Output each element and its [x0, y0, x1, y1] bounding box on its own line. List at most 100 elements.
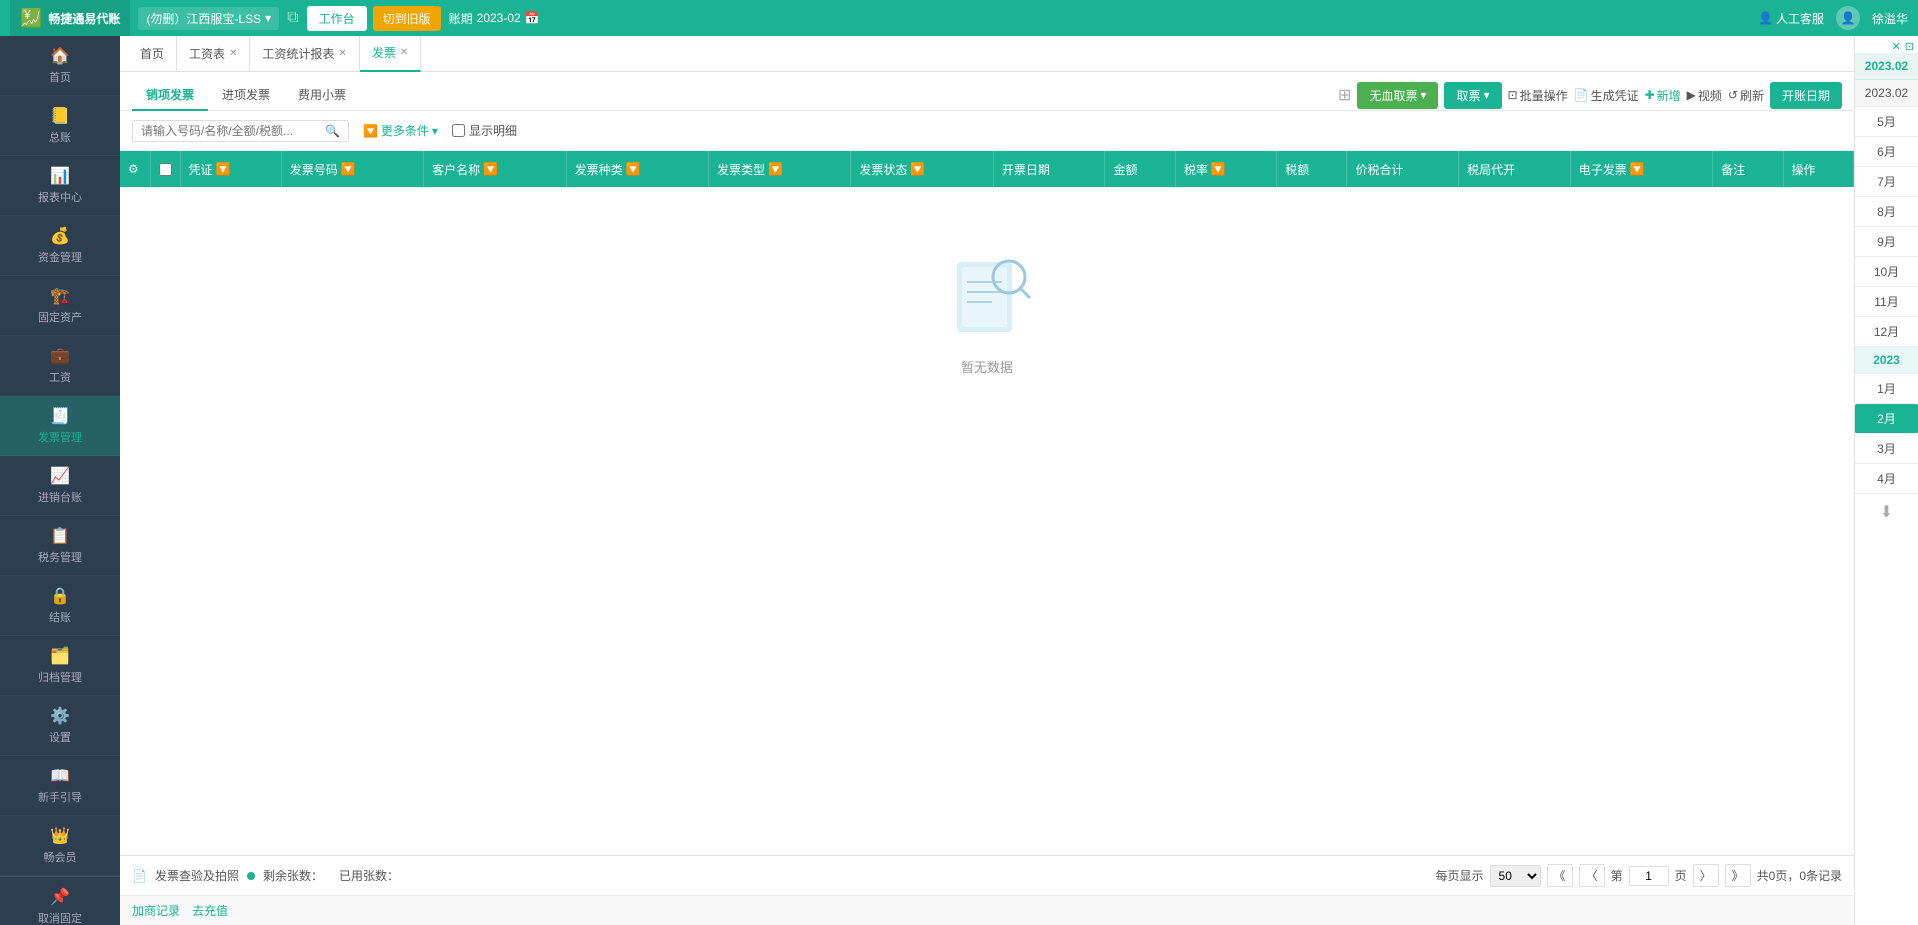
sidebar-item-label-home: 首页 [49, 69, 71, 85]
sidebar-item-unpin[interactable]: 📌 取消固定 [0, 877, 120, 925]
sidebar-item-funds[interactable]: 💰 资金管理 [0, 216, 120, 276]
sidebar-item-home[interactable]: 🏠 首页 [0, 36, 120, 96]
col-tax-rate-filter[interactable]: 🔽 [1211, 162, 1226, 176]
support-label: 人工客服 [1776, 10, 1824, 27]
date-panel-expand-button[interactable]: ⊡ [1905, 40, 1914, 53]
col-invoice-category-filter[interactable]: 🔽 [768, 162, 783, 176]
date-panel-month-2023-4[interactable]: 4月 [1855, 464, 1918, 494]
sidebar-item-reports[interactable]: 📊 报表中心 [0, 156, 120, 216]
date-panel-month-2022-11[interactable]: 11月 [1855, 287, 1918, 317]
bottom-link-2-text[interactable]: 去充值 [192, 904, 228, 918]
workbench-button[interactable]: 工作台 [307, 6, 367, 31]
sidebar-item-label-funds: 资金管理 [38, 249, 82, 265]
new-button[interactable]: ✚ 新增 [1645, 87, 1681, 104]
company-selector[interactable]: (勿删）江西服宝-LSS [138, 7, 279, 30]
sidebar-item-label-reports: 报表中心 [38, 189, 82, 205]
tab-salary-stats[interactable]: 工资统计报表 ✕ [250, 36, 359, 72]
date-panel-current-period-1[interactable]: 2023.02 [1855, 53, 1918, 80]
more-conditions-button[interactable]: 🔽 更多条件 [355, 119, 446, 142]
col-invoice-status: 发票状态 🔽 [851, 151, 993, 187]
archive-icon: 🗂️ [50, 646, 70, 666]
tab-salary-table-label: 工资表 [189, 45, 225, 62]
no-cancel-button[interactable]: 无血取票 [1357, 82, 1438, 109]
next-page-button[interactable]: 〉 [1693, 864, 1719, 887]
take-ticket-button[interactable]: 取票 [1444, 82, 1501, 109]
first-page-button[interactable]: 《 [1547, 864, 1573, 887]
generate-voucher-button[interactable]: 📄 生成凭证 [1574, 87, 1639, 104]
col-electronic-filter[interactable]: 🔽 [1630, 162, 1645, 176]
support-link[interactable]: 👤 人工客服 [1758, 10, 1824, 27]
tab-salary-table-close[interactable]: ✕ [229, 48, 237, 59]
bottom-link-2[interactable]: 去充值 [192, 902, 228, 919]
sidebar-item-invoices[interactable]: 🧾 发票管理 [0, 396, 120, 456]
bottom-link-1-text[interactable]: 加商记录 [132, 904, 180, 918]
col-customer-filter[interactable]: 🔽 [483, 162, 498, 176]
sidebar-item-archive[interactable]: 🗂️ 归档管理 [0, 636, 120, 696]
tab-salary-table[interactable]: 工资表 ✕ [177, 36, 250, 72]
sub-tab-sales[interactable]: 销项发票 [132, 80, 208, 111]
per-page-select[interactable]: 50 20 100 [1490, 865, 1541, 887]
app-title: 畅捷通易代账 [48, 10, 120, 27]
empty-text: 暂无数据 [961, 357, 1013, 376]
date-panel-scroll-down[interactable]: ⬇ [1855, 494, 1918, 530]
search-input[interactable] [141, 124, 321, 138]
search-box[interactable]: 🔍 [132, 120, 349, 142]
date-panel-month-2022-10[interactable]: 10月 [1855, 257, 1918, 287]
sidebar-item-member[interactable]: 👑 畅会员 [0, 816, 120, 876]
empty-state: 暂无数据 [120, 187, 1854, 436]
company-dropdown-icon [265, 11, 271, 25]
sidebar-item-salary[interactable]: 💼 工资 [0, 336, 120, 396]
col-checkbox[interactable] [150, 151, 180, 187]
grid-view-icon[interactable]: ⊞ [1338, 85, 1351, 105]
tab-home[interactable]: 首页 [128, 36, 177, 72]
col-settings[interactable]: ⚙ [120, 151, 150, 187]
pin-icon: 📌 [50, 887, 70, 907]
settings-icon: ⚙️ [50, 706, 70, 726]
date-panel-month-2023-1[interactable]: 1月 [1855, 374, 1918, 404]
sidebar-item-settings[interactable]: ⚙️ 设置 [0, 696, 120, 756]
tab-invoice-close[interactable]: ✕ [400, 47, 408, 58]
logo-icon: 💹 [20, 8, 42, 29]
member-icon: 👑 [50, 826, 70, 846]
tab-salary-stats-close[interactable]: ✕ [338, 48, 346, 59]
user-name[interactable]: 徐溢华 [1872, 10, 1908, 27]
sub-tab-purchase[interactable]: 进项发票 [208, 80, 284, 111]
prev-page-button[interactable]: 〈 [1579, 864, 1605, 887]
date-panel-month-2022-6[interactable]: 6月 [1855, 137, 1918, 167]
col-invoice-no-filter[interactable]: 🔽 [341, 162, 356, 176]
date-panel-month-2022-8[interactable]: 8月 [1855, 197, 1918, 227]
date-panel-month-2022-9[interactable]: 9月 [1855, 227, 1918, 257]
show-detail-checkbox[interactable]: 显示明细 [452, 122, 517, 139]
refresh-button[interactable]: ↺ 刷新 [1728, 87, 1764, 104]
date-panel-month-2023-2[interactable]: 2月 [1855, 404, 1918, 434]
date-panel-current-period-2[interactable]: 2023.02 [1855, 80, 1918, 107]
date-panel-month-2023-3[interactable]: 3月 [1855, 434, 1918, 464]
date-panel-month-2022-5[interactable]: 5月 [1855, 107, 1918, 137]
sidebar-item-label-guide: 新手引导 [38, 789, 82, 805]
date-panel-month-2022-12[interactable]: 12月 [1855, 317, 1918, 347]
bottom-link-1[interactable]: 加商记录 [132, 902, 180, 919]
last-page-button[interactable]: 》 [1725, 864, 1751, 887]
select-all-checkbox[interactable] [159, 163, 172, 176]
sidebar-item-label-sales: 进销台账 [38, 489, 82, 505]
col-invoice-status-filter[interactable]: 🔽 [910, 162, 925, 176]
switch-button[interactable]: 切到旧版 [373, 6, 441, 31]
tab-invoice[interactable]: 发票 ✕ [360, 36, 421, 72]
page-input[interactable] [1629, 866, 1669, 886]
open-period-button[interactable]: 开账日期 [1770, 82, 1842, 109]
sidebar-item-tax[interactable]: 📋 税务管理 [0, 516, 120, 576]
video-button[interactable]: ▶ 视频 [1687, 87, 1722, 104]
sidebar-item-closing[interactable]: 🔒 结账 [0, 576, 120, 636]
col-invoice-type-label: 发票种类 [575, 161, 623, 178]
col-invoice-type-filter[interactable]: 🔽 [626, 162, 641, 176]
sidebar-item-guide[interactable]: 📖 新手引导 [0, 756, 120, 816]
col-voucher-filter[interactable]: 🔽 [216, 162, 231, 176]
date-panel-month-2022-7[interactable]: 7月 [1855, 167, 1918, 197]
sidebar-item-fixed[interactable]: 🏗️ 固定资产 [0, 276, 120, 336]
date-panel-close-button[interactable]: ✕ [1892, 40, 1901, 53]
sub-tab-expense[interactable]: 费用小票 [284, 80, 360, 111]
sidebar-item-sales[interactable]: 📈 进销台账 [0, 456, 120, 516]
batch-ops-button[interactable]: ⊡ 批量操作 [1508, 87, 1568, 104]
show-detail-check[interactable] [452, 124, 465, 137]
sidebar-item-ledger[interactable]: 📒 总账 [0, 96, 120, 156]
